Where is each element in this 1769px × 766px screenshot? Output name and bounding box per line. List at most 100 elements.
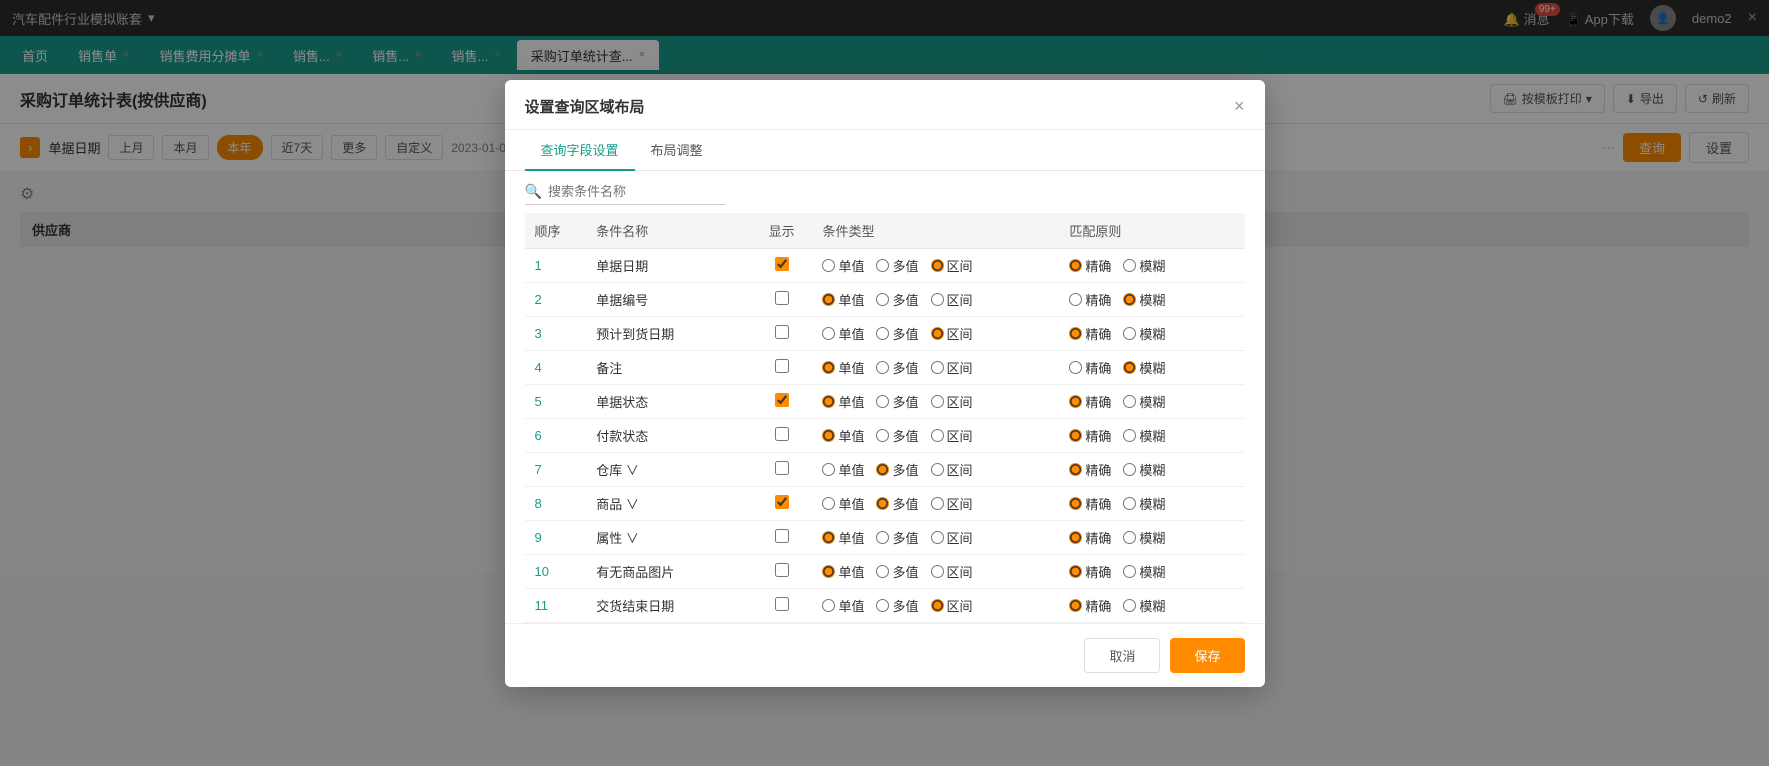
- table-row: 2 单据编号 单值 多值 区间: [525, 282, 1245, 316]
- display-checkbox-9[interactable]: [775, 529, 789, 543]
- type-single-11[interactable]: 单值: [822, 596, 864, 615]
- match-fuzzy-1[interactable]: 模糊: [1123, 256, 1165, 275]
- type-range-10[interactable]: 区间: [931, 562, 973, 581]
- match-fuzzy-10[interactable]: 模糊: [1123, 562, 1165, 581]
- match-exact-1[interactable]: 精确: [1069, 256, 1111, 275]
- match-fuzzy-2[interactable]: 模糊: [1123, 290, 1165, 309]
- type-multi-7[interactable]: 多值: [876, 460, 918, 479]
- row-type-6: 单值 多值 区间: [812, 418, 1059, 452]
- table-row: 1 单据日期 单值 多值 区间: [525, 248, 1245, 282]
- match-fuzzy-7[interactable]: 模糊: [1123, 460, 1165, 479]
- row-type-4: 单值 多值 区间: [812, 350, 1059, 384]
- row-display-6: [751, 418, 813, 452]
- modal-tab-layout-label: 布局调整: [651, 143, 703, 158]
- match-exact-3[interactable]: 精确: [1069, 324, 1111, 343]
- cancel-button[interactable]: 取消: [1084, 638, 1160, 673]
- row-match-4: 精确 模糊: [1059, 350, 1244, 384]
- display-checkbox-2[interactable]: [775, 291, 789, 305]
- display-checkbox-1[interactable]: [775, 257, 789, 271]
- match-fuzzy-6[interactable]: 模糊: [1123, 426, 1165, 445]
- row-type-10: 单值 多值 区间: [812, 554, 1059, 588]
- modal-tabs: 查询字段设置 布局调整: [505, 130, 1265, 171]
- type-range-2[interactable]: 区间: [931, 290, 973, 309]
- match-fuzzy-5[interactable]: 模糊: [1123, 392, 1165, 411]
- type-multi-2[interactable]: 多值: [876, 290, 918, 309]
- modal-close-button[interactable]: ×: [1234, 96, 1245, 117]
- search-input-wrap: 🔍: [525, 183, 725, 205]
- match-fuzzy-3[interactable]: 模糊: [1123, 324, 1165, 343]
- type-range-3[interactable]: 区间: [931, 324, 973, 343]
- search-icon: 🔍: [525, 183, 542, 200]
- type-single-2[interactable]: 单值: [822, 290, 864, 309]
- display-checkbox-3[interactable]: [775, 325, 789, 339]
- match-exact-8[interactable]: 精确: [1069, 494, 1111, 513]
- row-name-3: 预计到货日期: [586, 316, 751, 350]
- row-match-5: 精确 模糊: [1059, 384, 1244, 418]
- match-exact-4[interactable]: 精确: [1069, 358, 1111, 377]
- row-display-8: [751, 486, 813, 520]
- col-type: 条件类型: [812, 213, 1059, 249]
- match-fuzzy-4[interactable]: 模糊: [1123, 358, 1165, 377]
- row-order-2: 2: [525, 282, 587, 316]
- type-multi-11[interactable]: 多值: [876, 596, 918, 615]
- row-type-5: 单值 多值 区间: [812, 384, 1059, 418]
- row-order-9: 9: [525, 520, 587, 554]
- match-exact-10[interactable]: 精确: [1069, 562, 1111, 581]
- type-single-6[interactable]: 单值: [822, 426, 864, 445]
- row-match-10: 精确 模糊: [1059, 554, 1244, 588]
- display-checkbox-4[interactable]: [775, 359, 789, 373]
- type-multi-1[interactable]: 多值: [876, 256, 918, 275]
- row-type-8: 单值 多值 区间: [812, 486, 1059, 520]
- type-single-3[interactable]: 单值: [822, 324, 864, 343]
- type-range-1[interactable]: 区间: [931, 256, 973, 275]
- search-input[interactable]: [548, 184, 708, 199]
- match-exact-2[interactable]: 精确: [1069, 290, 1111, 309]
- type-range-9[interactable]: 区间: [931, 528, 973, 547]
- type-multi-4[interactable]: 多值: [876, 358, 918, 377]
- modal-table: 顺序 条件名称 显示 条件类型 匹配原则 1 单据日期 单值: [525, 213, 1245, 623]
- display-checkbox-11[interactable]: [775, 597, 789, 611]
- type-single-5[interactable]: 单值: [822, 392, 864, 411]
- match-exact-7[interactable]: 精确: [1069, 460, 1111, 479]
- save-button[interactable]: 保存: [1170, 638, 1244, 673]
- modal-tab-layout[interactable]: 布局调整: [635, 130, 719, 171]
- match-exact-6[interactable]: 精确: [1069, 426, 1111, 445]
- row-order-7: 7: [525, 452, 587, 486]
- modal-tab-query-fields[interactable]: 查询字段设置: [525, 130, 635, 171]
- row-type-11: 单值 多值 区间: [812, 588, 1059, 622]
- type-single-9[interactable]: 单值: [822, 528, 864, 547]
- display-checkbox-5[interactable]: [775, 393, 789, 407]
- type-multi-10[interactable]: 多值: [876, 562, 918, 581]
- display-checkbox-6[interactable]: [775, 427, 789, 441]
- match-exact-9[interactable]: 精确: [1069, 528, 1111, 547]
- match-fuzzy-8[interactable]: 模糊: [1123, 494, 1165, 513]
- type-range-7[interactable]: 区间: [931, 460, 973, 479]
- type-multi-5[interactable]: 多值: [876, 392, 918, 411]
- type-single-4[interactable]: 单值: [822, 358, 864, 377]
- row-match-11: 精确 模糊: [1059, 588, 1244, 622]
- match-exact-11[interactable]: 精确: [1069, 596, 1111, 615]
- type-multi-6[interactable]: 多值: [876, 426, 918, 445]
- row-name-11: 交货结束日期: [586, 588, 751, 622]
- match-fuzzy-9[interactable]: 模糊: [1123, 528, 1165, 547]
- type-single-10[interactable]: 单值: [822, 562, 864, 581]
- match-fuzzy-11[interactable]: 模糊: [1123, 596, 1165, 615]
- row-match-6: 精确 模糊: [1059, 418, 1244, 452]
- type-range-8[interactable]: 区间: [931, 494, 973, 513]
- match-exact-5[interactable]: 精确: [1069, 392, 1111, 411]
- type-single-8[interactable]: 单值: [822, 494, 864, 513]
- type-range-6[interactable]: 区间: [931, 426, 973, 445]
- type-multi-8[interactable]: 多值: [876, 494, 918, 513]
- modal-tab-query-fields-label: 查询字段设置: [541, 143, 619, 158]
- type-range-11[interactable]: 区间: [931, 596, 973, 615]
- type-multi-9[interactable]: 多值: [876, 528, 918, 547]
- type-single-7[interactable]: 单值: [822, 460, 864, 479]
- type-range-4[interactable]: 区间: [931, 358, 973, 377]
- modal-search-area: 🔍: [505, 171, 1265, 213]
- display-checkbox-7[interactable]: [775, 461, 789, 475]
- type-single-1[interactable]: 单值: [822, 256, 864, 275]
- display-checkbox-8[interactable]: [775, 495, 789, 509]
- type-range-5[interactable]: 区间: [931, 392, 973, 411]
- display-checkbox-10[interactable]: [775, 563, 789, 577]
- type-multi-3[interactable]: 多值: [876, 324, 918, 343]
